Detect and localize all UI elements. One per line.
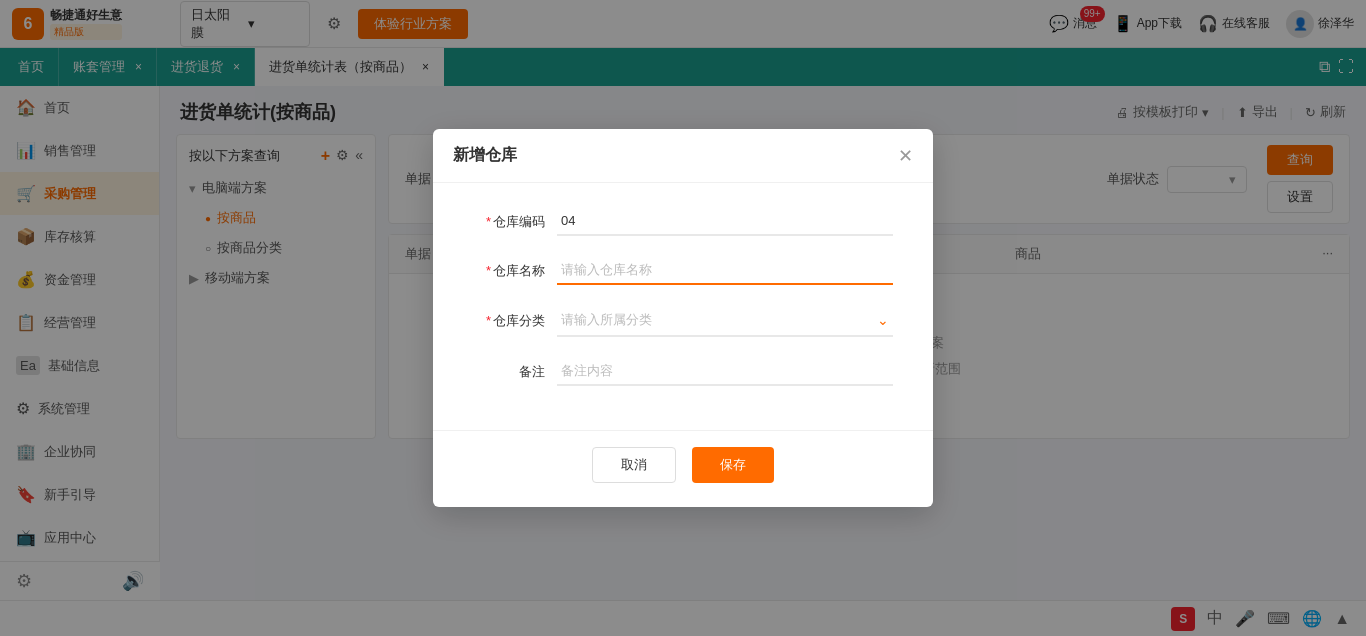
modal-overlay: 新增仓库 ✕ *仓库编码 *仓库名称 *仓库分类 [0,0,1366,636]
form-row-category: *仓库分类 请输入所属分类 ⌄ [473,305,893,337]
dialog-footer: 取消 保存 [433,430,933,507]
remark-input[interactable] [557,357,893,386]
name-label: *仓库名称 [473,262,545,280]
dialog-add-warehouse: 新增仓库 ✕ *仓库编码 *仓库名称 *仓库分类 [433,129,933,507]
code-label: *仓库编码 [473,213,545,231]
form-row-name: *仓库名称 [473,256,893,285]
name-input[interactable] [557,256,893,285]
cancel-button[interactable]: 取消 [592,447,676,483]
category-dropdown-icon: ⌄ [877,312,889,328]
category-label: *仓库分类 [473,312,545,330]
remark-label: 备注 [473,363,545,381]
form-row-code: *仓库编码 [473,207,893,236]
code-input[interactable] [557,207,893,236]
dialog-close-btn[interactable]: ✕ [898,147,913,165]
dialog-body: *仓库编码 *仓库名称 *仓库分类 请输入所属分类 ⌄ [433,183,933,430]
dialog-header: 新增仓库 ✕ [433,129,933,183]
category-select[interactable]: 请输入所属分类 ⌄ [557,305,893,337]
save-button[interactable]: 保存 [692,447,774,483]
dialog-title: 新增仓库 [453,145,517,166]
form-row-remark: 备注 [473,357,893,386]
